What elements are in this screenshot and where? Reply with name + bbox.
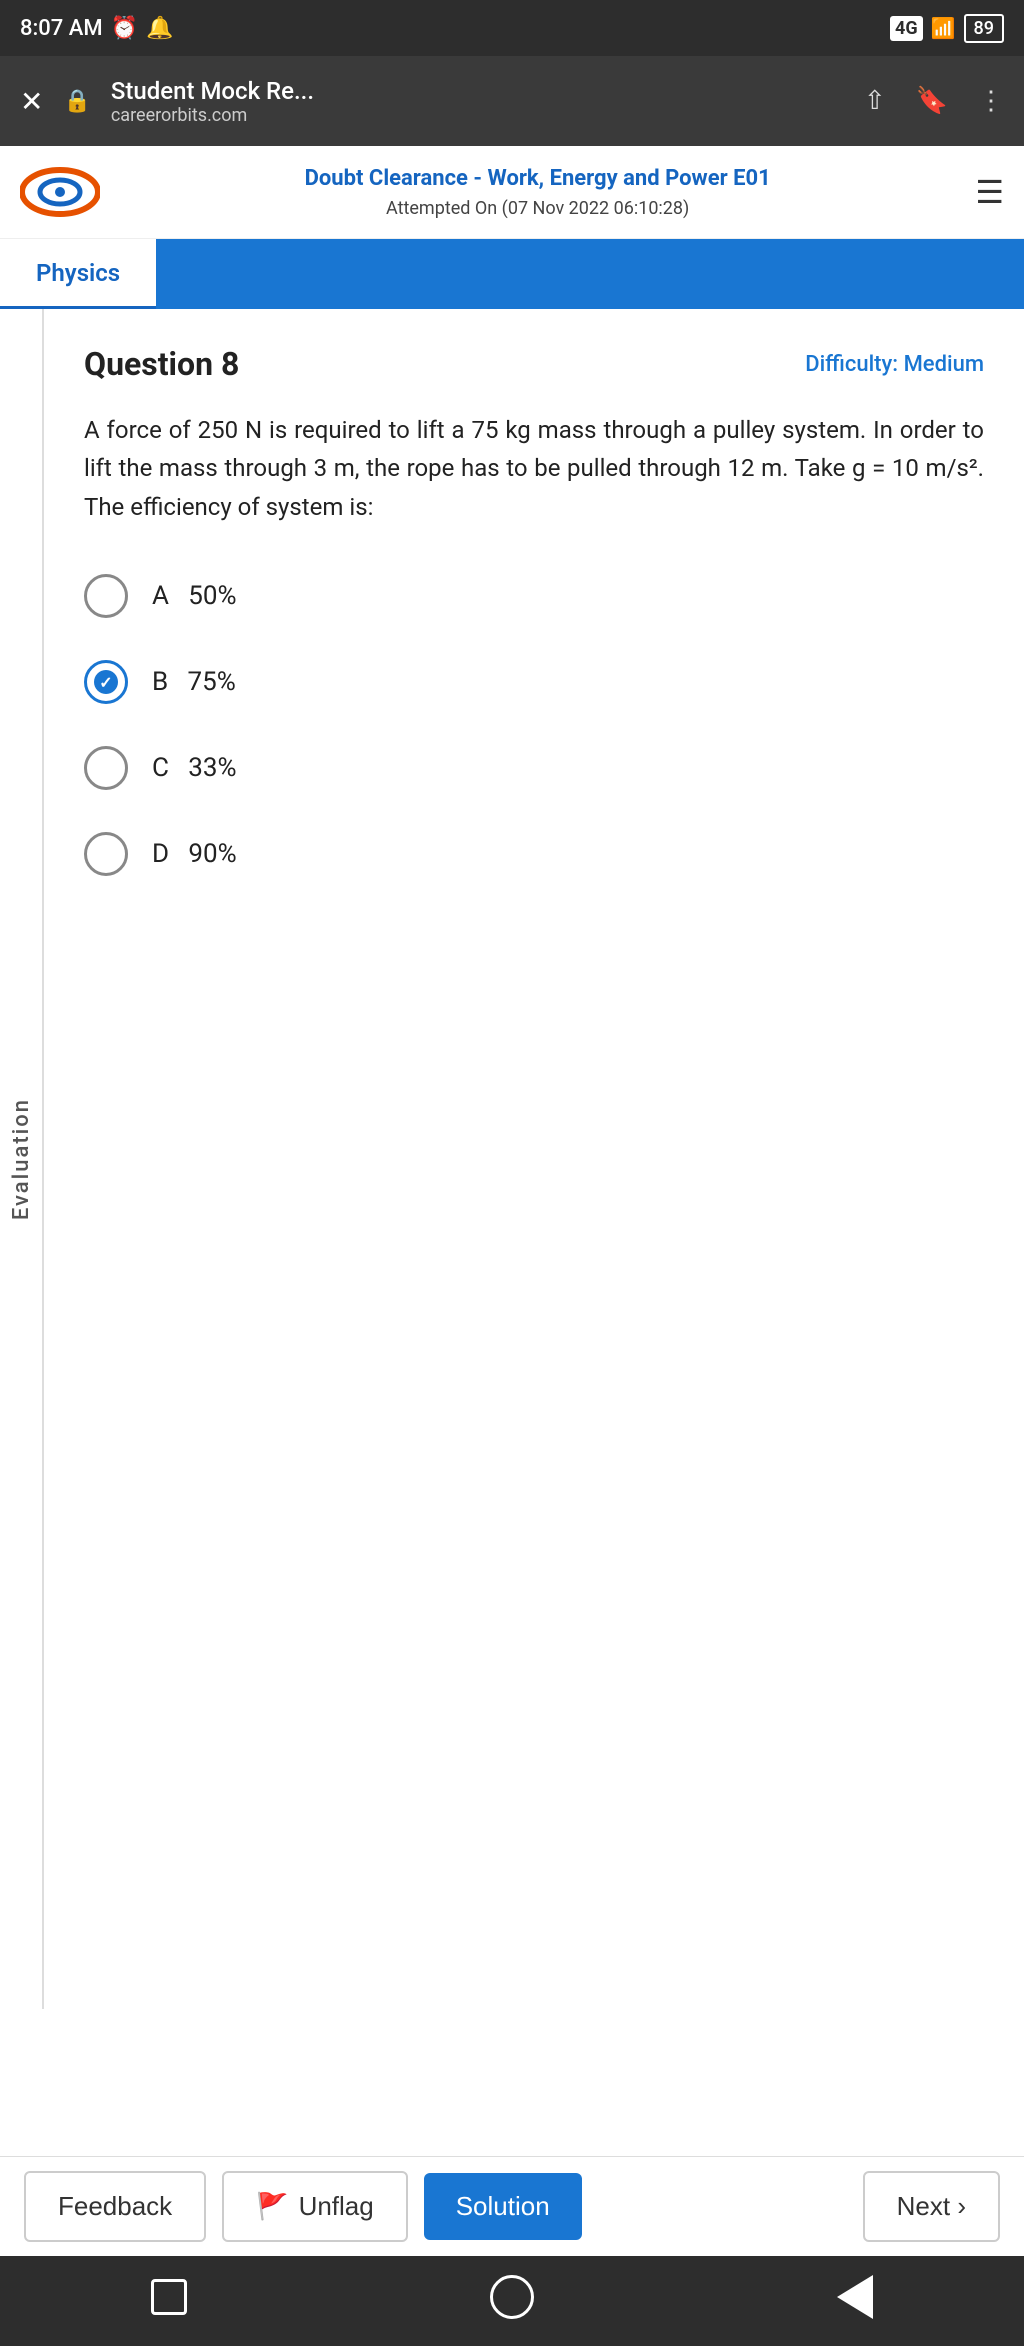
alarm-icon: ⏰	[111, 16, 138, 41]
bookmark-icon[interactable]: 🔖	[916, 86, 948, 116]
next-button[interactable]: Next ›	[863, 2171, 1000, 2242]
header-text-block: Doubt Clearance - Work, Energy and Power…	[116, 165, 959, 219]
header-subtitle: Attempted On (07 Nov 2022 06:10:28)	[116, 198, 959, 219]
tab-physics[interactable]: Physics	[0, 239, 156, 309]
option-d-label: D 90%	[152, 839, 237, 869]
question-text: A force of 250 N is required to lift a 7…	[84, 411, 984, 526]
checkmark-icon: ✓	[99, 673, 112, 692]
option-a[interactable]: A 50%	[84, 574, 984, 618]
browser-icons: ⇧ 🔖 ⋮	[864, 86, 1004, 116]
option-d[interactable]: D 90%	[84, 832, 984, 876]
radio-d[interactable]	[84, 832, 128, 876]
browser-bar: ✕ 🔒 Student Mock Re... careerorbits.com …	[0, 56, 1024, 146]
option-c[interactable]: C 33%	[84, 746, 984, 790]
app-logo	[20, 162, 100, 222]
status-bar-left: 8:07 AM ⏰ 🔔	[20, 16, 173, 41]
browser-title-block: Student Mock Re... careerorbits.com	[111, 77, 844, 126]
tab-blue-fill	[156, 239, 1024, 309]
square-icon	[151, 2279, 187, 2315]
option-b-label: B 75%	[152, 667, 236, 697]
time-display: 8:07 AM	[20, 16, 103, 41]
browser-url: careerorbits.com	[111, 105, 844, 126]
option-c-label: C 33%	[152, 753, 237, 783]
unflag-button[interactable]: 🚩 Unflag	[222, 2171, 408, 2242]
question-header: Question 8 Difficulty: Medium	[84, 345, 984, 383]
radio-b[interactable]: ✓	[84, 660, 128, 704]
evaluation-sidebar: Evaluation	[0, 309, 44, 2009]
nav-home-button[interactable]	[450, 2265, 574, 2338]
tab-section: Physics	[0, 239, 1024, 309]
status-bar-right: 4G 📶 89	[890, 14, 1004, 43]
options-list: A 50% ✓ B 75% C 33%	[84, 574, 984, 876]
bottom-action-bar: Feedback 🚩 Unflag Solution Next ›	[0, 2156, 1024, 2256]
circle-icon	[490, 2275, 534, 2319]
radio-b-inner: ✓	[94, 670, 118, 694]
header-main-title: Doubt Clearance - Work, Energy and Power…	[116, 165, 959, 194]
more-options-icon[interactable]: ⋮	[978, 86, 1004, 116]
app-header: Doubt Clearance - Work, Energy and Power…	[0, 146, 1024, 239]
battery-icon: 89	[964, 14, 1004, 43]
evaluation-label: Evaluation	[9, 1098, 34, 1220]
feedback-button[interactable]: Feedback	[24, 2171, 206, 2242]
question-number: Question 8	[84, 345, 239, 383]
option-b[interactable]: ✓ B 75%	[84, 660, 984, 704]
close-icon[interactable]: ✕	[20, 85, 43, 118]
nav-back-button[interactable]	[797, 2265, 913, 2338]
hamburger-icon[interactable]: ☰	[975, 173, 1004, 211]
question-area: Question 8 Difficulty: Medium A force of…	[44, 309, 1024, 2009]
nav-square-button[interactable]	[111, 2269, 227, 2334]
signal-bars-icon: 📶	[931, 16, 956, 40]
flag-icon: 🚩	[256, 2191, 288, 2222]
back-triangle-icon	[837, 2275, 873, 2319]
bottom-nav	[0, 2256, 1024, 2346]
share-icon[interactable]: ⇧	[864, 86, 886, 116]
solution-button[interactable]: Solution	[424, 2173, 582, 2240]
radio-c[interactable]	[84, 746, 128, 790]
difficulty-label: Difficulty: Medium	[805, 352, 984, 377]
browser-page-title: Student Mock Re...	[111, 77, 844, 105]
radio-a[interactable]	[84, 574, 128, 618]
lock-icon: 🔒	[63, 89, 90, 114]
status-bar: 8:07 AM ⏰ 🔔 4G 📶 89	[0, 0, 1024, 56]
notification-icon: 🔔	[146, 16, 173, 41]
option-a-label: A 50%	[152, 581, 237, 611]
difficulty-value: Medium	[904, 352, 984, 377]
main-content: Evaluation Question 8 Difficulty: Medium…	[0, 309, 1024, 2009]
lte-icon: 4G	[890, 16, 923, 41]
